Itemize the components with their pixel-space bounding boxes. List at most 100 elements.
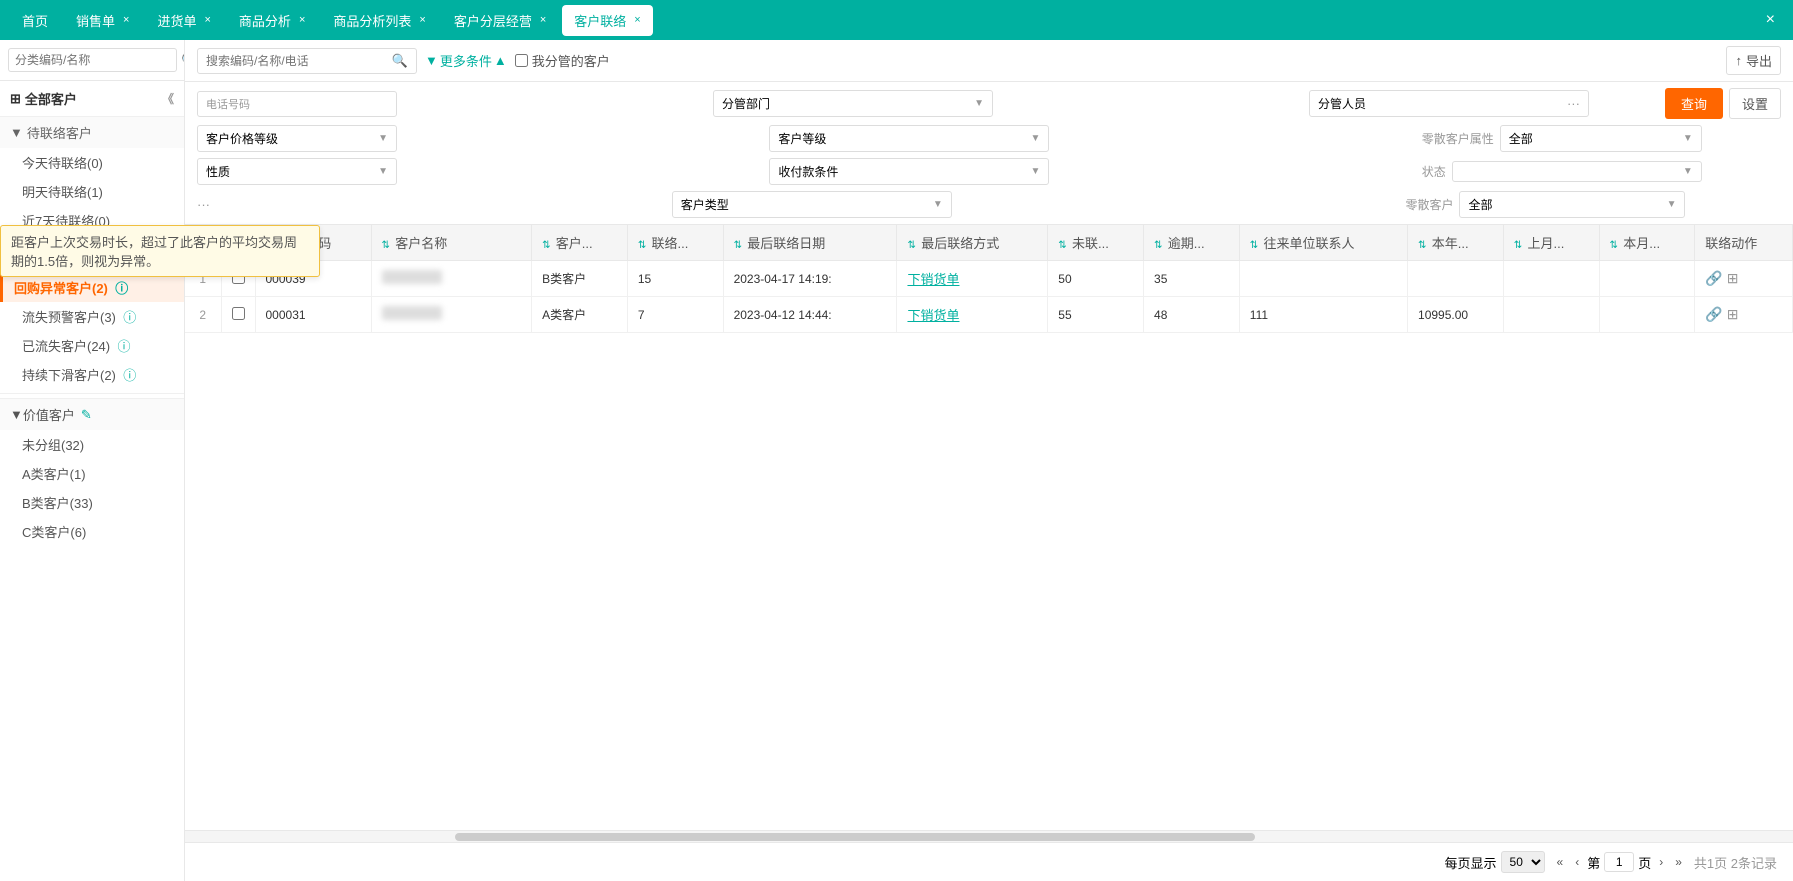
payment-condition-filter[interactable]: 收付款条件 ▼ — [769, 158, 1049, 185]
sidebar-value-customer-group[interactable]: ▼ 价值客户 ✎ — [0, 398, 184, 430]
sidebar-item-churned[interactable]: 已流失客户(24) ⓘ — [0, 331, 184, 360]
sidebar-item-tomorrow[interactable]: 明天待联络(1) — [0, 177, 184, 206]
row4-ellipsis[interactable]: ··· — [197, 197, 210, 212]
col-this-month: ⇅ 本月... — [1599, 225, 1695, 261]
sidebar-item-b-class[interactable]: B类客户(33) — [0, 488, 184, 517]
export-btn[interactable]: ↑ 导出 — [1726, 46, 1781, 75]
sort-name-icon[interactable]: ⇅ — [382, 240, 390, 251]
sidebar-item-ungroup[interactable]: 未分组(32) — [0, 430, 184, 459]
arrow-down-icon-2: ▼ — [10, 407, 23, 422]
row2-last-method-link[interactable]: 下销货单 — [907, 308, 959, 323]
edit-icon-sidebar[interactable]: ✎ — [81, 407, 92, 423]
table-scrollbar[interactable] — [185, 830, 1793, 842]
collapse-icon[interactable]: 《 — [162, 90, 174, 107]
dept-filter[interactable]: 分管部门 ▼ — [713, 90, 993, 117]
info-icon-declining: ⓘ — [123, 368, 136, 383]
sort-this-year-icon[interactable]: ⇅ — [1418, 240, 1426, 251]
row2-action-icons: 🔗 ⊞ — [1705, 306, 1782, 323]
nav-purchase[interactable]: 进货单 × — [145, 5, 222, 36]
manager-filter[interactable]: 分管人员 ··· — [1309, 90, 1589, 117]
price-grade-filter[interactable]: 客户价格等级 ▼ — [197, 125, 397, 152]
customer-type-filter[interactable]: 客户类型 ▼ — [672, 191, 952, 218]
sidebar-item-churn-warning[interactable]: 流失预警客户(3) ⓘ — [0, 302, 184, 331]
more-filters-btn[interactable]: ▼ 更多条件 ▲ — [425, 51, 507, 70]
page-input[interactable] — [1604, 852, 1634, 872]
sidebar-all-customers[interactable]: ⊞ 全部客户 《 — [0, 81, 184, 117]
close-sales-icon[interactable]: × — [123, 14, 129, 26]
scrollbar-thumb[interactable] — [455, 833, 1255, 841]
sidebar: 🔍 ⊞ 全部客户 《 ▼ 待联络客户 今天待联络(0) 明天待联络(1) 近7天… — [0, 40, 185, 881]
row2-action: 🔗 ⊞ — [1695, 297, 1793, 333]
sort-last-method-icon[interactable]: ⇅ — [907, 240, 915, 251]
close-purchase-icon[interactable]: × — [204, 14, 210, 26]
settings-btn[interactable]: 设置 — [1729, 88, 1781, 119]
nav-product-analysis[interactable]: 商品分析 × — [227, 5, 317, 36]
sidebar-item-declining[interactable]: 持续下滑客户(2) ⓘ — [0, 360, 184, 389]
close-product-analysis-icon[interactable]: × — [299, 14, 305, 26]
row2-this-year: 10995.00 — [1408, 297, 1504, 333]
customer-grade-filter[interactable]: 客户等级 ▼ — [769, 125, 1049, 152]
row2-grid-icon[interactable]: ⊞ — [1727, 306, 1739, 323]
filter-action-buttons: 查询 设置 — [1665, 88, 1781, 119]
table-row: 1 000039 B类客户 15 2023-04-17 14:19: 下销货单 — [185, 261, 1793, 297]
status-label: 状态 — [1422, 163, 1446, 180]
row1-name-blurred — [382, 270, 442, 284]
row1-grid-icon[interactable]: ⊞ — [1727, 270, 1739, 287]
row2-last-month — [1503, 297, 1599, 333]
sort-unit-contact-icon[interactable]: ⇅ — [1250, 240, 1258, 251]
row1-type: B类客户 — [532, 261, 628, 297]
search-magnifier-icon[interactable]: 🔍 — [392, 53, 408, 69]
sidebar-item-today[interactable]: 今天待联络(0) — [0, 148, 184, 177]
col-last-method: ⇅ 最后联络方式 — [897, 225, 1048, 261]
phone-filter[interactable]: 电话号码 — [197, 91, 397, 117]
sidebar-search-input[interactable] — [8, 48, 177, 72]
sort-type-icon[interactable]: ⇅ — [542, 240, 550, 251]
my-customer-checkbox[interactable] — [515, 54, 528, 67]
search-input[interactable] — [206, 54, 388, 68]
col-contact-count: ⇅ 联络... — [627, 225, 723, 261]
row1-last-method-link[interactable]: 下销货单 — [907, 272, 959, 287]
sort-this-month-icon[interactable]: ⇅ — [1610, 240, 1618, 251]
query-btn[interactable]: 查询 — [1665, 88, 1723, 119]
scatter-property-filter[interactable]: 全部 ▼ — [1500, 125, 1702, 152]
filter-row-1: 电话号码 分管部门 ▼ 分管人员 ··· 查询 设置 — [197, 88, 1781, 119]
divider-2 — [0, 393, 184, 394]
sort-overdue-icon[interactable]: ⇅ — [1154, 240, 1162, 251]
nav-product-list[interactable]: 商品分析列表 × — [321, 5, 437, 36]
status-filter[interactable]: ▼ — [1452, 161, 1702, 182]
row2-link-icon[interactable]: 🔗 — [1705, 306, 1722, 323]
close-customer-stratify-icon[interactable]: × — [540, 14, 546, 26]
global-close-icon[interactable]: × — [1758, 7, 1783, 33]
sidebar-group-pending[interactable]: ▼ 待联络客户 — [0, 117, 184, 148]
table-container[interactable]: ⚙ ⇅ 客户编码 ⇅ 客户名称 — [185, 225, 1793, 830]
sidebar-item-repurchase-anomaly[interactable]: 回购异常客户(2) ⓘ — [0, 273, 184, 302]
nav-customer-contact[interactable]: 客户联络 × — [562, 5, 652, 36]
row1-action: 🔗 ⊞ — [1695, 261, 1793, 297]
next-page-btn[interactable]: › — [1655, 853, 1667, 871]
close-customer-contact-icon[interactable]: × — [634, 14, 640, 26]
last-page-btn[interactable]: » — [1671, 853, 1686, 871]
nav-sales[interactable]: 销售单 × — [64, 5, 141, 36]
sort-contact-icon[interactable]: ⇅ — [638, 240, 646, 251]
close-product-list-icon[interactable]: × — [419, 14, 425, 26]
sort-uncontact-icon[interactable]: ⇅ — [1058, 240, 1066, 251]
scatter-customer-filter[interactable]: 全部 ▼ — [1459, 191, 1685, 218]
row1-this-month — [1599, 261, 1695, 297]
nav-customer-stratify[interactable]: 客户分层经营 × — [442, 5, 558, 36]
nature-dropdown-icon: ▼ — [378, 166, 388, 177]
row1-last-method: 下销货单 — [897, 261, 1048, 297]
first-page-btn[interactable]: « — [1553, 853, 1568, 871]
row1-this-year — [1408, 261, 1504, 297]
row1-link-icon[interactable]: 🔗 — [1705, 270, 1722, 287]
nature-filter[interactable]: 性质 ▼ — [197, 158, 397, 185]
sort-last-date-icon[interactable]: ⇅ — [734, 240, 742, 251]
row1-action-icons: 🔗 ⊞ — [1705, 270, 1782, 287]
sidebar-item-a-class[interactable]: A类客户(1) — [0, 459, 184, 488]
nav-home[interactable]: 首页 — [10, 5, 60, 36]
sidebar-item-c-class[interactable]: C类客户(6) — [0, 517, 184, 546]
per-page-select[interactable]: 50 — [1501, 851, 1545, 873]
search-box[interactable]: 🔍 — [197, 48, 417, 74]
prev-page-btn[interactable]: ‹ — [1571, 853, 1583, 871]
row2-checkbox[interactable] — [232, 307, 245, 320]
sort-last-month-icon[interactable]: ⇅ — [1514, 240, 1522, 251]
